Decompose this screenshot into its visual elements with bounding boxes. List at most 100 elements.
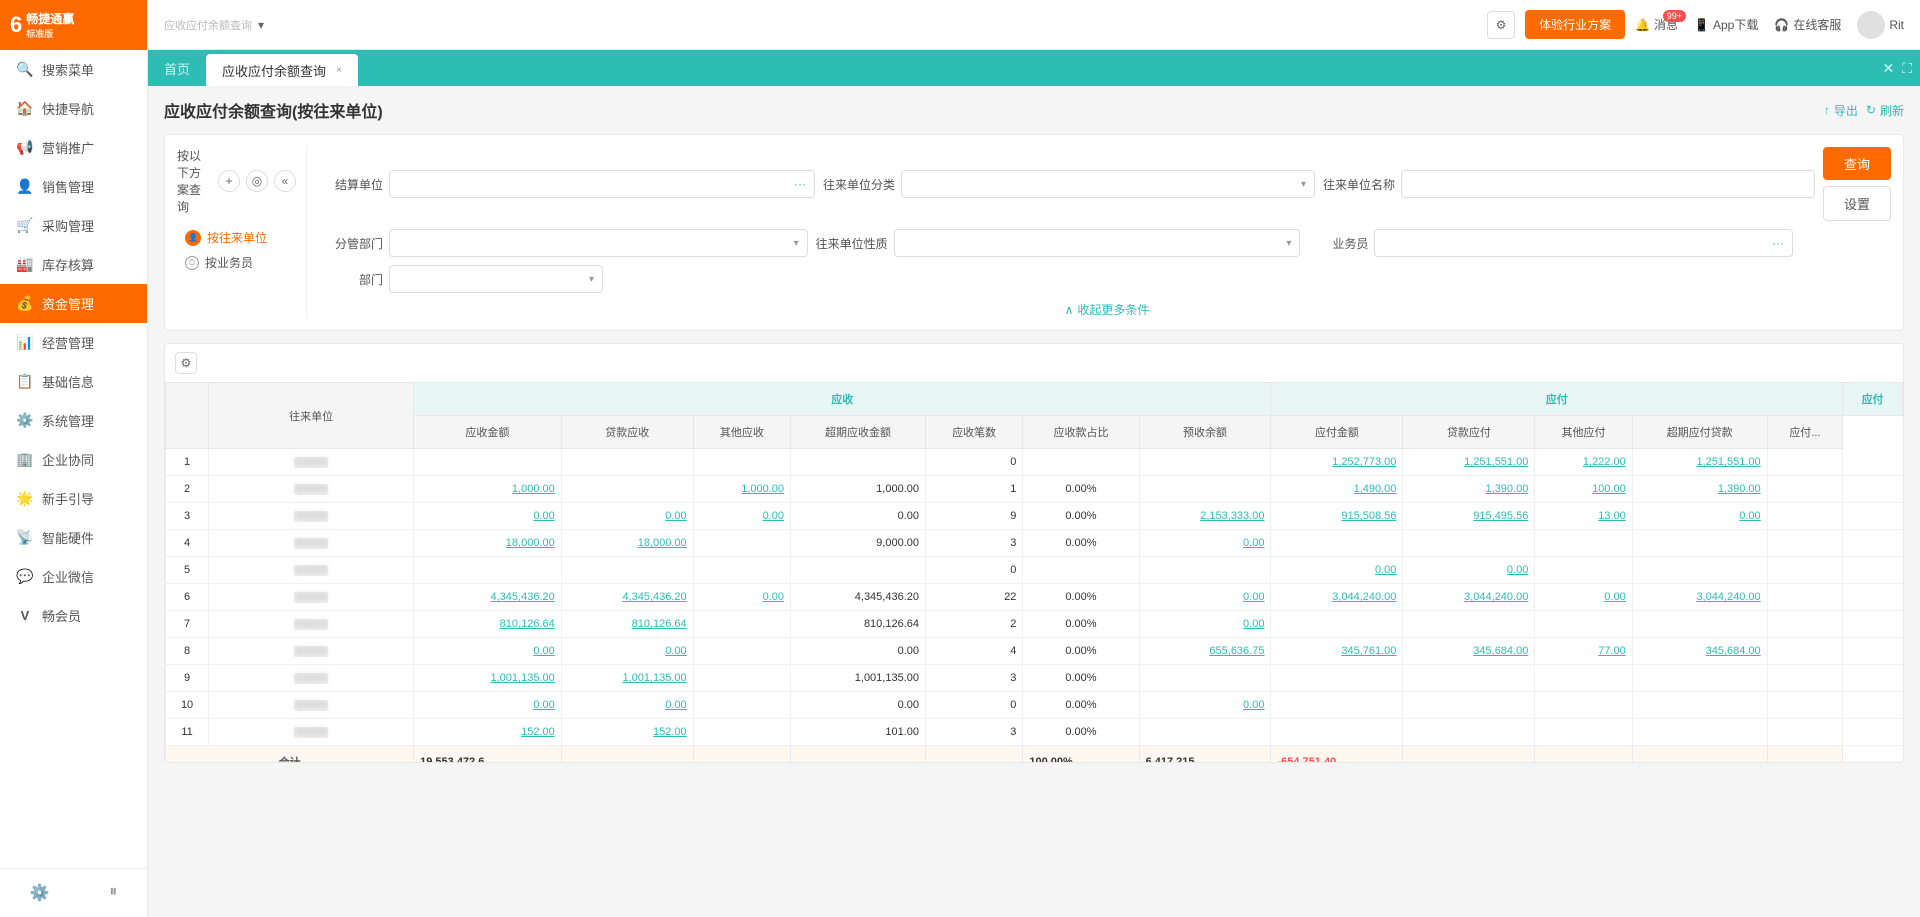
table-cell[interactable]: 4,345,436.20 [414,584,562,611]
table-cell[interactable]: 1,490.00 [1271,476,1403,503]
table-cell[interactable]: 0.00 [561,638,693,665]
collapse-more-btn[interactable]: ∧ 收起更多条件 [323,301,1891,318]
table-cell[interactable]: 0.00 [561,692,693,719]
table-cell[interactable]: 0.00 [1139,692,1271,719]
table-cell[interactable]: 1,251,551.00 [1632,449,1767,476]
table-cell[interactable]: 0.00 [1535,584,1632,611]
table-cell[interactable]: 152.00 [561,719,693,746]
table-cell[interactable]: 810,126.64 [414,611,562,638]
partner-category-select[interactable]: ▾ [901,170,1315,198]
table-cell[interactable]: 4,345,436.20 [561,584,693,611]
table-cell[interactable]: 3,044,240.00 [1632,584,1767,611]
query-btn[interactable]: 查询 [1823,147,1891,180]
footer-ar-prepay[interactable]: 6,417,215.... [1139,746,1271,764]
table-cell[interactable]: 1,000.00 [414,476,562,503]
sidebar-item-marketing[interactable]: 📢 营销推广 [0,128,147,167]
table-cell[interactable]: 0.00 [414,638,562,665]
table-cell[interactable]: 0.00 [1139,530,1271,557]
table-cell[interactable]: 915,508.56 [1271,503,1403,530]
tab-fullscreen-btn[interactable]: ⛶ [1902,60,1912,77]
table-cell[interactable]: 0.00 [414,503,562,530]
table-cell[interactable]: 0.00 [1139,611,1271,638]
user-avatar-area[interactable]: Rit [1857,11,1904,39]
table-cell[interactable]: 13.00 [1535,503,1632,530]
sidebar-item-inventory[interactable]: 🏭 库存核算 [0,245,147,284]
table-cell[interactable]: 0.00 [1271,557,1403,584]
dept-mgr-select[interactable]: ▾ [389,229,808,257]
sidebar-item-search-menu[interactable]: 🔍 搜索菜单 [0,50,147,89]
table-cell[interactable]: 152.00 [414,719,562,746]
export-btn[interactable]: ↑ 导出 [1824,102,1858,119]
table-settings-icon-btn[interactable]: ⚙ [175,352,197,374]
sidebar-collapse-btn[interactable]: ⏸ [103,877,123,909]
refresh-btn[interactable]: ↻ 刷新 [1866,102,1904,119]
table-cell[interactable]: 1,001,135.00 [561,665,693,692]
query-option-by-staff[interactable]: ⏱ 按业务员 [177,250,296,275]
tab-close-btn[interactable]: × [336,65,342,76]
table-cell[interactable]: 1,222.00 [1535,449,1632,476]
sidebar-item-basic-info[interactable]: 📋 基础信息 [0,362,147,401]
online-service-btn[interactable]: 🎧 在线客服 [1774,16,1841,33]
table-cell[interactable]: 915,495.56 [1403,503,1535,530]
sidebar-item-wechat[interactable]: 💬 企业微信 [0,557,147,596]
sidebar-item-purchase[interactable]: 🛒 采购管理 [0,206,147,245]
table-cell[interactable]: 0.00 [1403,557,1535,584]
add-query-btn[interactable]: + [218,170,240,192]
table-cell[interactable]: 1,251,551.00 [1403,449,1535,476]
table-cell[interactable]: 1,390.00 [1632,476,1767,503]
tab-close-window-btn[interactable]: ✕ [1882,60,1894,77]
table-cell[interactable]: 0.00 [693,503,790,530]
sidebar-item-guide[interactable]: 🌟 新手引导 [0,479,147,518]
table-cell: 4 [166,530,209,557]
target-query-btn[interactable]: ◎ [246,170,268,192]
tab-home[interactable]: 首页 [148,50,206,86]
table-cell[interactable]: 1,252,773.00 [1271,449,1403,476]
table-cell[interactable]: 1,001,135.00 [414,665,562,692]
table-cell[interactable]: 100.00 [1535,476,1632,503]
field-label-partner-cat: 往来单位分类 [823,176,895,193]
sidebar-item-quick-nav[interactable]: 🏠 快捷导航 [0,89,147,128]
dept-select[interactable]: ▾ [389,265,603,293]
sidebar-settings-btn[interactable]: ⚙️ [24,877,56,909]
table-cell[interactable]: 0.00 [414,692,562,719]
table-cell[interactable]: 2,153,333.00 [1139,503,1271,530]
partner-name-input[interactable] [1401,170,1815,198]
table-cell[interactable]: 0.00 [1632,503,1767,530]
table-cell[interactable]: 0.00 [1139,584,1271,611]
table-cell[interactable]: 77.00 [1535,638,1632,665]
notice-btn[interactable]: 🔔 消息 99+ [1635,16,1678,33]
table-cell[interactable]: 1,390.00 [1403,476,1535,503]
partner-nature-select[interactable]: ▾ [894,229,1301,257]
table-cell[interactable]: 18,000.00 [414,530,562,557]
sidebar-item-smart-hw[interactable]: 📡 智能硬件 [0,518,147,557]
table-cell[interactable]: 345,684.00 [1403,638,1535,665]
query-options-panel: 按以下方案查询 + ◎ « 👤 [177,147,307,318]
sidebar-item-finance[interactable]: 💰 资金管理 [0,284,147,323]
table-cell[interactable]: 18,000.00 [561,530,693,557]
query-option-by-partner[interactable]: 👤 按往来单位 [177,225,296,250]
table-cell[interactable]: 655,636.75 [1139,638,1271,665]
sidebar-item-enterprise[interactable]: 🏢 企业协同 [0,440,147,479]
table-cell[interactable]: 3,044,240.00 [1403,584,1535,611]
sidebar-item-operations[interactable]: 📊 经营管理 [0,323,147,362]
setting-btn[interactable]: 设置 [1823,186,1891,221]
settlement-unit-input[interactable]: ··· [389,170,815,198]
settings-gear-btn[interactable]: ⚙ [1487,11,1515,39]
footer-ar-amount[interactable]: 19,553,472,6... [414,746,562,764]
table-cell[interactable]: 345,684.00 [1632,638,1767,665]
table-cell[interactable]: 1,000.00 [693,476,790,503]
collapse-query-btn[interactable]: « [274,170,296,192]
table-cell[interactable]: 0.00 [693,584,790,611]
sidebar-item-member[interactable]: V 畅会员 [0,596,147,635]
table-cell[interactable]: 810,126.64 [561,611,693,638]
app-download-btn[interactable]: 📱 App下载 [1694,16,1758,33]
tab-ar-ap[interactable]: 应收应付余额查询 × [206,54,358,86]
table-cell[interactable]: 345,761.00 [1271,638,1403,665]
breadcrumb-dropdown[interactable]: ▾ [258,18,264,32]
table-cell[interactable]: 0.00 [561,503,693,530]
sidebar-item-sys-admin[interactable]: ⚙️ 系统管理 [0,401,147,440]
promo-btn[interactable]: 体验行业方案 [1525,10,1625,39]
table-cell[interactable]: 3,044,240.00 [1271,584,1403,611]
sidebar-item-sales[interactable]: 👤 销售管理 [0,167,147,206]
salesperson-input[interactable]: ··· [1374,229,1793,257]
